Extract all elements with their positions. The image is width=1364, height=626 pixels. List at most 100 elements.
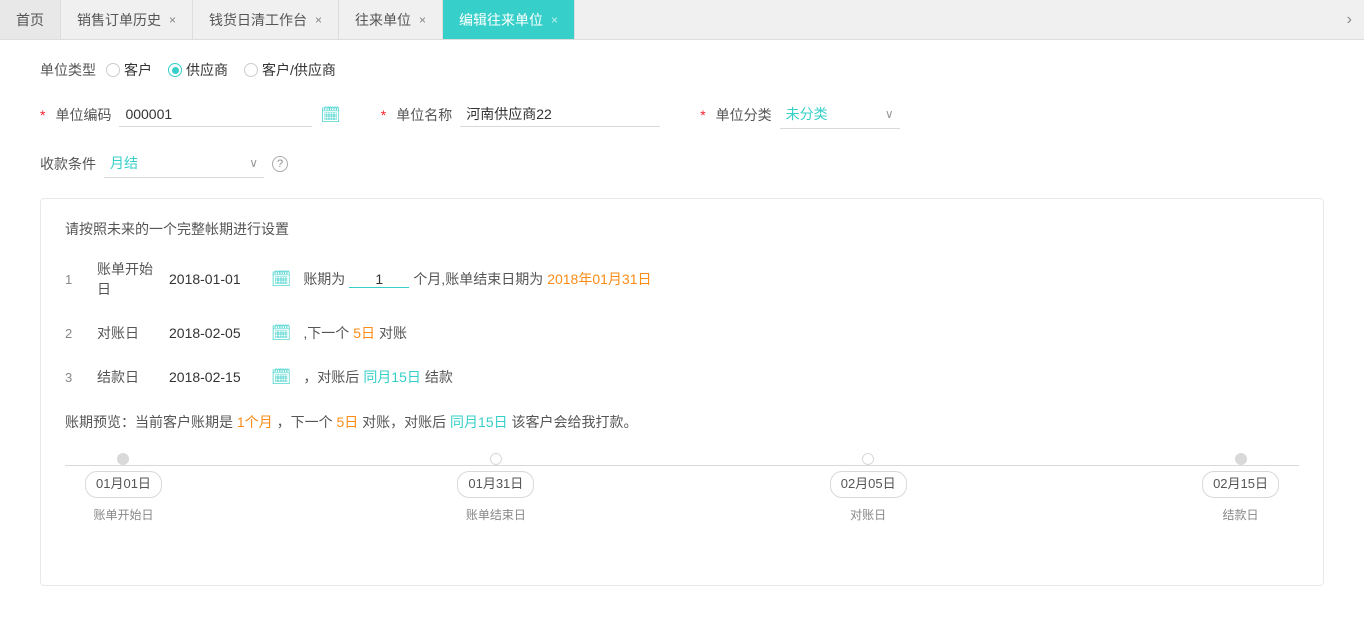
- unit-category-value: 未分类: [786, 104, 879, 124]
- unit-info-row: * 单位编码 🗓 * 单位名称 * 单位分类 未分类 ∨: [40, 100, 1324, 129]
- close-tab-cash-work[interactable]: ×: [315, 13, 322, 27]
- tl-dot-2: [862, 453, 874, 465]
- preview-part2: 5日: [336, 414, 358, 430]
- radio-customer-circle: [106, 63, 120, 77]
- tab-partners[interactable]: 往来单位 ×: [339, 0, 443, 39]
- period-num-3: 3: [65, 370, 85, 385]
- payment-terms-label: 收款条件: [40, 154, 96, 174]
- period-desc-2: ,下一个 5日 对账: [303, 323, 407, 343]
- tl-label-3: 结款日: [1223, 506, 1259, 525]
- unit-name-required: *: [381, 107, 386, 123]
- unit-name-label: 单位名称: [396, 105, 452, 125]
- section-box: 请按照未来的一个完整帐期进行设置 1 账单开始日 2018-01-01 🗓 账期…: [40, 198, 1324, 586]
- unit-category-field: * 单位分类 未分类 ∨: [700, 100, 899, 129]
- period-desc-2-prefix: ,下一个: [303, 323, 349, 343]
- radio-customer[interactable]: 客户: [106, 60, 152, 80]
- period-row-1: 1 账单开始日 2018-01-01 🗓 账期为 个月,账单结束日期为 2018…: [65, 259, 1299, 299]
- period-row-3: 3 结款日 2018-02-15 🗓 ，对账后 同月15日 结款: [65, 367, 1299, 387]
- preview-section: 账期预览：当前客户账期是 1个月 ，下一个 5日 对账，对账后 同月15日 该客…: [65, 411, 1299, 565]
- radio-customer-label: 客户: [124, 60, 152, 80]
- period-desc-3-prefix: ，对账后: [303, 367, 359, 387]
- tab-more-button[interactable]: ›: [1335, 11, 1364, 29]
- main-content: 单位类型 客户 供应商 客户/供应商 * 单位编码 🗓 *: [0, 40, 1364, 626]
- tab-cash-work[interactable]: 钱货日清工作台 ×: [193, 0, 339, 39]
- close-tab-edit-partner[interactable]: ×: [551, 13, 558, 27]
- unit-code-calendar-icon[interactable]: 🗓: [320, 105, 340, 125]
- period-desc-1-before: 账期为: [303, 269, 345, 289]
- period-reconcile-highlight: 5日: [353, 323, 375, 343]
- unit-category-chevron-icon: ∨: [885, 107, 894, 121]
- payment-terms-select[interactable]: 月结 ∨: [104, 149, 264, 178]
- preview-part3: 同月15日: [450, 414, 508, 430]
- unit-type-row: 单位类型 客户 供应商 客户/供应商: [40, 60, 1324, 80]
- period-num-2: 2: [65, 326, 85, 341]
- period-month-input[interactable]: [349, 271, 409, 288]
- timeline-points: 01月01日 账单开始日 01月31日 账单结束日 02月05日 对账日: [85, 453, 1279, 525]
- tl-dot-1: [490, 453, 502, 465]
- unit-code-required: *: [40, 107, 45, 123]
- tab-sales-history[interactable]: 销售订单历史 ×: [61, 0, 193, 39]
- unit-category-required: *: [700, 107, 705, 123]
- unit-code-field: * 单位编码 🗓: [40, 102, 341, 127]
- tab-bar: 首页 销售订单历史 × 钱货日清工作台 × 往来单位 × 编辑往来单位 × ›: [0, 0, 1364, 40]
- period-end-date-highlight: 2018年01月31日: [547, 269, 651, 289]
- tl-badge-0: 01月01日: [85, 471, 162, 498]
- period-desc-1-after: 个月,账单结束日期为: [413, 269, 543, 289]
- period-label-2: 对账日: [97, 323, 157, 343]
- radio-supplier-label: 供应商: [186, 60, 228, 80]
- tl-label-0: 账单开始日: [93, 506, 153, 525]
- payment-terms-row: 收款条件 月结 ∨ ?: [40, 149, 1324, 178]
- unit-name-input[interactable]: [460, 102, 660, 127]
- tl-dot-0: [117, 453, 129, 465]
- unit-type-field: 单位类型: [40, 60, 96, 80]
- tl-badge-2: 02月05日: [830, 471, 907, 498]
- preview-sep1: ，下一个: [277, 414, 333, 430]
- close-tab-partners[interactable]: ×: [419, 13, 426, 27]
- period-settlement-highlight: 同月15日: [363, 367, 421, 387]
- period-calendar-1[interactable]: 🗓: [271, 269, 291, 289]
- tab-home[interactable]: 首页: [0, 0, 61, 39]
- radio-both[interactable]: 客户/供应商: [244, 60, 336, 80]
- period-calendar-2[interactable]: 🗓: [271, 323, 291, 343]
- preview-text: 账期预览：当前客户账期是 1个月 ，下一个 5日 对账，对账后 同月15日 该客…: [65, 411, 1299, 433]
- preview-part1: 1个月: [237, 414, 273, 430]
- payment-terms-value: 月结: [110, 153, 243, 173]
- payment-terms-field: 收款条件 月结 ∨ ?: [40, 149, 288, 178]
- period-date-3: 2018-02-15: [169, 369, 259, 385]
- radio-both-label: 客户/供应商: [262, 60, 336, 80]
- period-label-3: 结款日: [97, 367, 157, 387]
- preview-label: 账期预览：当前客户账期是: [65, 414, 233, 430]
- tab-edit-partner[interactable]: 编辑往来单位 ×: [443, 0, 575, 39]
- period-desc-1: 账期为 个月,账单结束日期为 2018年01月31日: [303, 269, 651, 289]
- timeline-point-1: 01月31日 账单结束日: [457, 453, 534, 525]
- period-row-2: 2 对账日 2018-02-05 🗓 ,下一个 5日 对账: [65, 323, 1299, 343]
- period-desc-3-suffix: 结款: [425, 367, 453, 387]
- period-desc-2-suffix: 对账: [379, 323, 407, 343]
- period-label-1: 账单开始日: [97, 259, 157, 299]
- period-date-1: 2018-01-01: [169, 271, 259, 287]
- unit-code-label: 单位编码: [55, 105, 111, 125]
- radio-both-circle: [244, 63, 258, 77]
- unit-category-select[interactable]: 未分类 ∨: [780, 100, 900, 129]
- tl-dot-3: [1235, 453, 1247, 465]
- close-tab-sales-history[interactable]: ×: [169, 13, 176, 27]
- period-date-2: 2018-02-05: [169, 325, 259, 341]
- timeline-point-0: 01月01日 账单开始日: [85, 453, 162, 525]
- tl-badge-1: 01月31日: [457, 471, 534, 498]
- payment-terms-help-icon[interactable]: ?: [272, 156, 288, 172]
- tl-badge-3: 02月15日: [1202, 471, 1279, 498]
- unit-code-input[interactable]: [119, 102, 312, 127]
- preview-sep2: 对账，对账后: [362, 414, 446, 430]
- payment-terms-chevron-icon: ∨: [249, 156, 258, 170]
- preview-suffix: 该客户会给我打款。: [512, 414, 638, 430]
- radio-supplier[interactable]: 供应商: [168, 60, 228, 80]
- radio-group: 客户 供应商 客户/供应商: [106, 60, 336, 80]
- period-calendar-3[interactable]: 🗓: [271, 367, 291, 387]
- tl-label-1: 账单结束日: [466, 506, 526, 525]
- unit-type-label: 单位类型: [40, 60, 96, 80]
- period-num-1: 1: [65, 272, 85, 287]
- radio-supplier-circle: [168, 63, 182, 77]
- period-desc-3: ，对账后 同月15日 结款: [303, 367, 453, 387]
- unit-name-field: * 单位名称: [381, 102, 660, 127]
- tl-label-2: 对账日: [850, 506, 886, 525]
